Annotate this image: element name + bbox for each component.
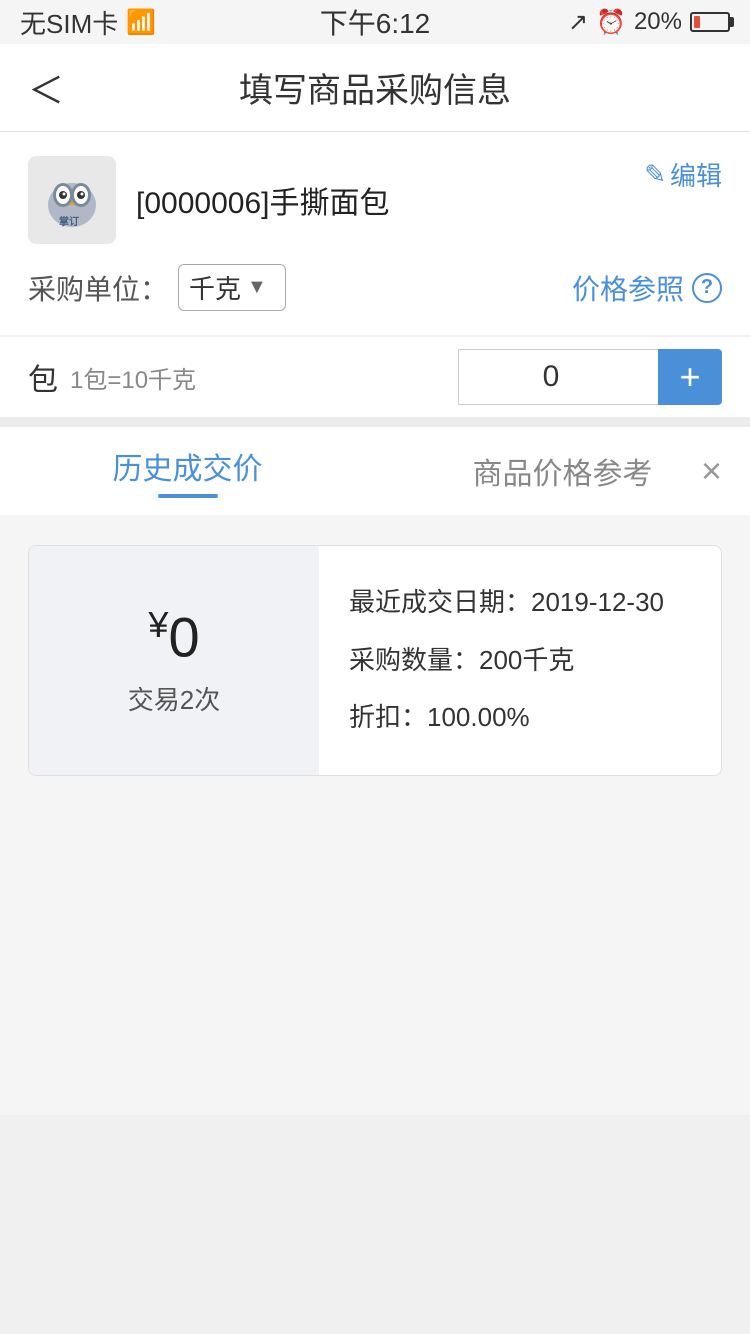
tab-underline bbox=[158, 494, 218, 498]
alarm-icon: ⏰ bbox=[596, 8, 626, 37]
price-ref-button[interactable]: 价格参照 ? bbox=[572, 268, 722, 308]
status-right: ↗ ⏰ 20% bbox=[568, 8, 730, 37]
dropdown-arrow-icon: ▼ bbox=[247, 276, 267, 299]
product-header: 掌订 [0000006]手撕面包 ✎ 编辑 bbox=[28, 156, 722, 244]
status-bar: 无SIM卡 📶 下午6:12 ↗ ⏰ 20% bbox=[0, 0, 750, 44]
plus-icon: + bbox=[679, 356, 700, 398]
package-label: 包 bbox=[28, 355, 58, 399]
price-card: ¥0 交易2次 最近成交日期：2019-12-30 采购数量：200千克 折扣：… bbox=[28, 545, 722, 776]
quantity-plus-button[interactable]: + bbox=[658, 349, 722, 405]
purchase-unit-label: 采购单位： bbox=[28, 268, 168, 308]
unit-conversion-label: 1包=10千克 bbox=[70, 360, 196, 395]
tab-history-label: 历史成交价 bbox=[113, 444, 263, 488]
carrier-text: 无SIM卡 bbox=[20, 4, 118, 41]
recent-trade-date: 最近成交日期：2019-12-30 bbox=[349, 582, 691, 624]
edit-icon: ✎ bbox=[644, 159, 666, 190]
battery-indicator bbox=[690, 12, 730, 32]
price-right-panel: 最近成交日期：2019-12-30 采购数量：200千克 折扣：100.00% bbox=[319, 546, 721, 775]
qty-input-group: + bbox=[458, 349, 722, 405]
edit-button[interactable]: ✎ 编辑 bbox=[644, 156, 722, 193]
status-time: 下午6:12 bbox=[320, 2, 431, 42]
unit-select[interactable]: 千克 ▼ bbox=[178, 264, 286, 311]
status-left: 无SIM卡 📶 bbox=[20, 4, 156, 41]
page-title: 填写商品采购信息 bbox=[239, 63, 511, 112]
wifi-icon: 📶 bbox=[126, 8, 156, 37]
trade-count: 交易2次 bbox=[128, 680, 220, 717]
quantity-input[interactable] bbox=[458, 349, 658, 405]
purchase-row: 采购单位： 千克 ▼ 价格参照 ? bbox=[28, 264, 722, 311]
tab-product-price-label: 商品价格参考 bbox=[473, 449, 653, 493]
svg-text:掌订: 掌订 bbox=[59, 215, 79, 228]
quantity-section: 包 1包=10千克 + bbox=[0, 337, 750, 417]
nav-bar: ＜ 填写商品采购信息 bbox=[0, 44, 750, 132]
section-divider bbox=[0, 417, 750, 427]
product-name: [0000006]手撕面包 bbox=[136, 178, 389, 222]
currency-symbol: ¥ bbox=[148, 604, 168, 645]
tab-close-button[interactable]: × bbox=[701, 450, 722, 492]
product-left: 掌订 [0000006]手撕面包 bbox=[28, 156, 389, 244]
tab-product-price-ref[interactable]: 商品价格参考 bbox=[375, 427, 750, 515]
purchase-quantity: 采购数量：200千克 bbox=[349, 640, 691, 682]
price-left-panel: ¥0 交易2次 bbox=[29, 546, 319, 775]
product-logo: 掌订 bbox=[37, 165, 107, 235]
discount: 折扣：100.00% bbox=[349, 697, 691, 739]
location-icon: ↗ bbox=[568, 8, 588, 37]
back-button[interactable]: ＜ bbox=[28, 62, 64, 114]
tab-bar: 历史成交价 商品价格参考 × bbox=[0, 427, 750, 515]
qty-label: 包 1包=10千克 bbox=[28, 355, 196, 399]
purchase-unit-row: 采购单位： 千克 ▼ bbox=[28, 264, 286, 311]
product-image: 掌订 bbox=[28, 156, 116, 244]
content-area: ¥0 交易2次 最近成交日期：2019-12-30 采购数量：200千克 折扣：… bbox=[0, 515, 750, 1115]
price-amount: ¥0 bbox=[148, 604, 199, 670]
battery-percent: 20% bbox=[634, 8, 682, 36]
tab-history-price[interactable]: 历史成交价 bbox=[0, 427, 375, 515]
product-card: 掌订 [0000006]手撕面包 ✎ 编辑 采购单位： 千克 ▼ 价格参照 ? bbox=[0, 132, 750, 335]
help-icon: ? bbox=[692, 273, 722, 303]
